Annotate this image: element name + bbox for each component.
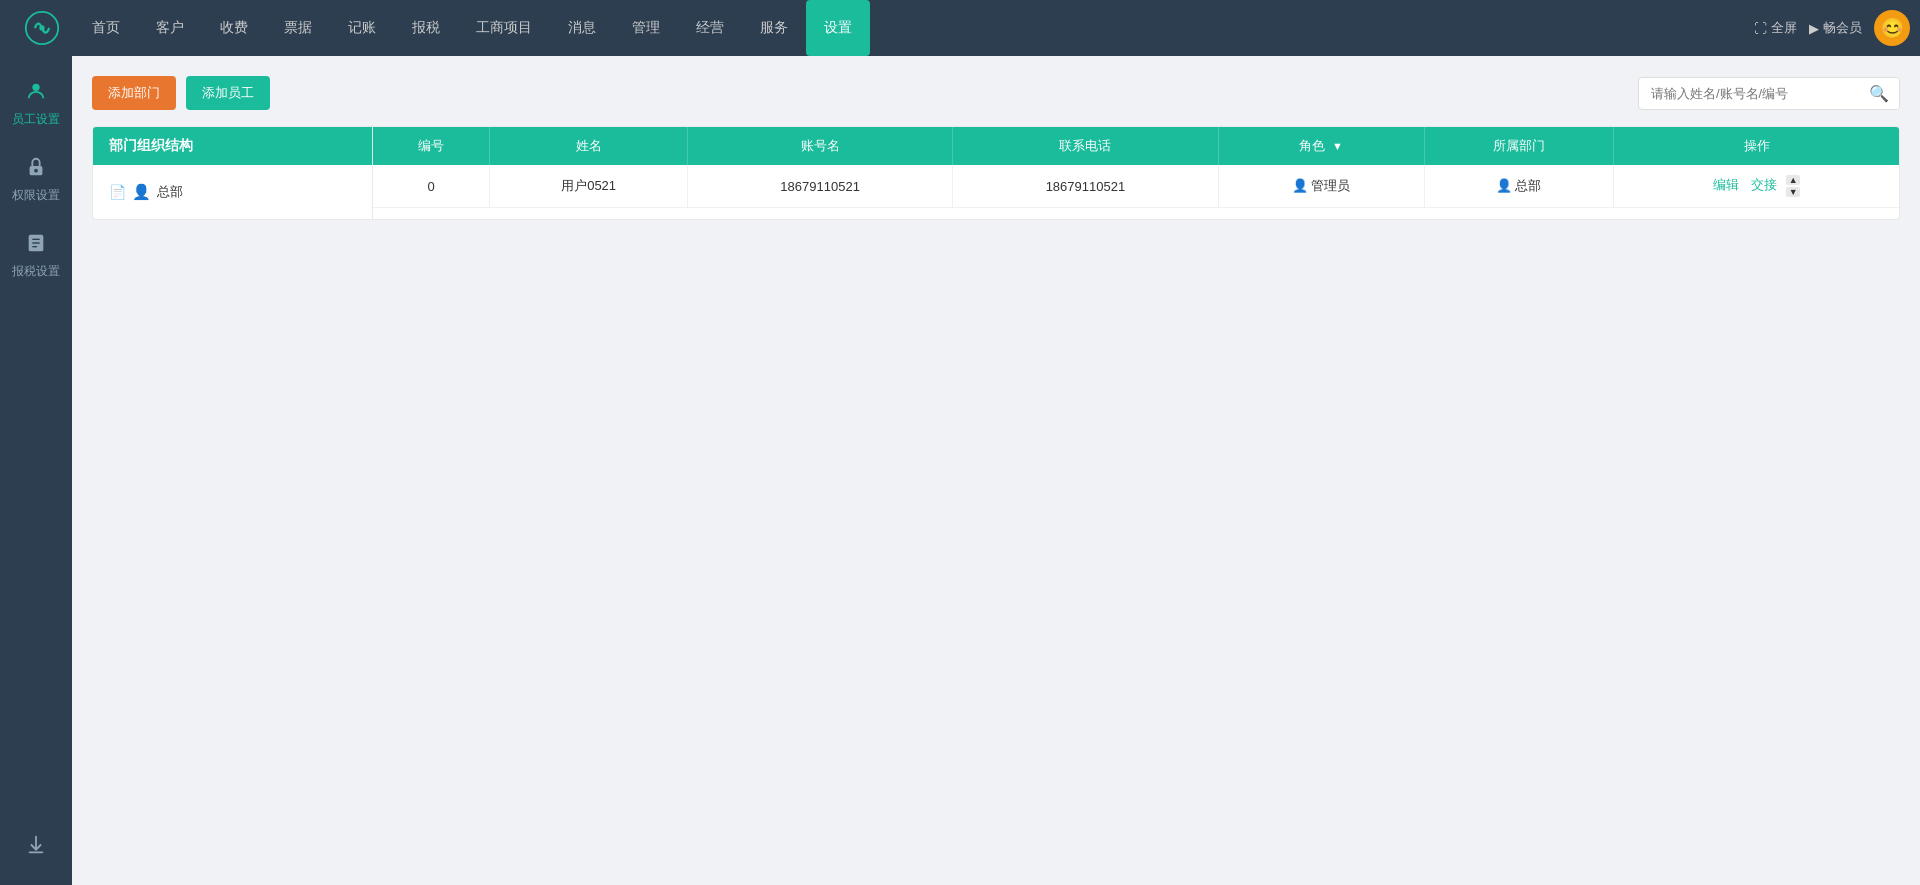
file-icon: 📄 — [109, 184, 126, 200]
dept-header: 部门组织结构 — [93, 127, 372, 165]
fullscreen-label: 全屏 — [1771, 19, 1797, 37]
top-nav: 首页 客户 收费 票据 记账 报税 工商项目 消息 管理 经营 服务 设置 ⛶ … — [0, 0, 1920, 56]
search-icon: 🔍 — [1869, 85, 1889, 102]
permission-icon — [25, 156, 47, 183]
filter-icon: ▼ — [1332, 140, 1343, 152]
person-icon: 👤 — [132, 183, 151, 201]
sidebar: 员工设置 权限设置 报税设置 — [0, 56, 72, 885]
sidebar-permission-label: 权限设置 — [12, 187, 60, 204]
sidebar-bottom — [25, 820, 47, 875]
left-panel: 部门组织结构 📄 👤 总部 — [93, 127, 373, 219]
search-box: 🔍 — [1638, 77, 1900, 110]
employee-table: 编号 姓名 账号名 联系电话 角色 ▼ 所属部门 操作 0 — [373, 127, 1899, 208]
search-button[interactable]: 🔍 — [1859, 78, 1899, 109]
cell-id: 0 — [373, 165, 490, 208]
sidebar-taxsetting-label: 报税设置 — [12, 263, 60, 280]
avatar[interactable]: 😊 — [1874, 10, 1910, 46]
toolbar: 添加部门 添加员工 🔍 — [92, 76, 1900, 110]
nav-charge[interactable]: 收费 — [202, 0, 266, 56]
cell-account: 18679110521 — [687, 165, 952, 208]
fullscreen-btn[interactable]: ⛶ 全屏 — [1754, 19, 1797, 37]
member-icon: ▶ — [1809, 21, 1819, 36]
sidebar-download[interactable] — [25, 820, 47, 875]
table-row: 0 用户0521 18679110521 18679110521 👤管理员 👤总… — [373, 165, 1899, 208]
col-action: 操作 — [1614, 127, 1899, 165]
nav-settings[interactable]: 设置 — [806, 0, 870, 56]
nav-home[interactable]: 首页 — [74, 0, 138, 56]
nav-bookkeeping[interactable]: 记账 — [330, 0, 394, 56]
cell-phone: 18679110521 — [953, 165, 1218, 208]
nav-manage[interactable]: 管理 — [614, 0, 678, 56]
svg-point-1 — [39, 25, 44, 30]
right-panel: 编号 姓名 账号名 联系电话 角色 ▼ 所属部门 操作 0 — [373, 127, 1899, 219]
nav-service[interactable]: 服务 — [742, 0, 806, 56]
dept-item-headquarter[interactable]: 📄 👤 总部 — [93, 175, 372, 209]
download-icon — [25, 834, 47, 861]
nav-tax[interactable]: 报税 — [394, 0, 458, 56]
content-area: 部门组织结构 📄 👤 总部 编号 姓名 账号名 联系电话 — [92, 126, 1900, 220]
cell-dept: 👤总部 — [1424, 165, 1614, 208]
employee-icon — [25, 80, 47, 107]
sidebar-item-employee[interactable]: 员工设置 — [0, 66, 72, 142]
scroll-up-arrow[interactable]: ▲ — [1786, 175, 1800, 185]
main-content: 添加部门 添加员工 🔍 部门组织结构 📄 👤 总部 — [72, 56, 1920, 885]
nav-right: ⛶ 全屏 ▶ 畅会员 😊 — [1754, 10, 1910, 46]
col-dept: 所属部门 — [1424, 127, 1614, 165]
nav-customer[interactable]: 客户 — [138, 0, 202, 56]
table-header-row: 编号 姓名 账号名 联系电话 角色 ▼ 所属部门 操作 — [373, 127, 1899, 165]
nav-invoice[interactable]: 票据 — [266, 0, 330, 56]
role-icon: 👤 — [1292, 178, 1308, 193]
svg-point-2 — [32, 84, 39, 91]
fullscreen-icon: ⛶ — [1754, 21, 1767, 36]
add-dept-button[interactable]: 添加部门 — [92, 76, 176, 110]
svg-rect-9 — [29, 851, 44, 853]
dept-icon: 👤 — [1496, 178, 1512, 193]
edit-link[interactable]: 编辑 — [1713, 177, 1739, 192]
nav-operation[interactable]: 经营 — [678, 0, 742, 56]
col-phone: 联系电话 — [953, 127, 1218, 165]
role-header-label: 角色 — [1299, 138, 1325, 153]
col-id: 编号 — [373, 127, 490, 165]
search-input[interactable] — [1639, 80, 1859, 107]
taxsetting-icon — [25, 232, 47, 259]
svg-point-4 — [34, 169, 38, 173]
cell-actions: 编辑 交接 ▲ ▼ — [1614, 165, 1899, 208]
col-name: 姓名 — [490, 127, 688, 165]
add-employee-button[interactable]: 添加员工 — [186, 76, 270, 110]
member-label: 畅会员 — [1823, 19, 1862, 37]
transfer-link[interactable]: 交接 — [1751, 177, 1777, 192]
scroll-down-arrow[interactable]: ▼ — [1786, 187, 1800, 197]
logo — [10, 0, 74, 56]
sidebar-item-taxsetting[interactable]: 报税设置 — [0, 218, 72, 294]
dept-tree: 📄 👤 总部 — [93, 165, 372, 219]
cell-role: 👤管理员 — [1218, 165, 1424, 208]
sidebar-item-permission[interactable]: 权限设置 — [0, 142, 72, 218]
col-account: 账号名 — [687, 127, 952, 165]
dept-name: 总部 — [157, 183, 183, 201]
nav-bizproject[interactable]: 工商项目 — [458, 0, 550, 56]
col-role[interactable]: 角色 ▼ — [1218, 127, 1424, 165]
sidebar-employee-label: 员工设置 — [12, 111, 60, 128]
cell-name: 用户0521 — [490, 165, 688, 208]
member-btn[interactable]: ▶ 畅会员 — [1809, 19, 1862, 37]
nav-message[interactable]: 消息 — [550, 0, 614, 56]
nav-items: 首页 客户 收费 票据 记账 报税 工商项目 消息 管理 经营 服务 设置 — [74, 0, 1754, 56]
